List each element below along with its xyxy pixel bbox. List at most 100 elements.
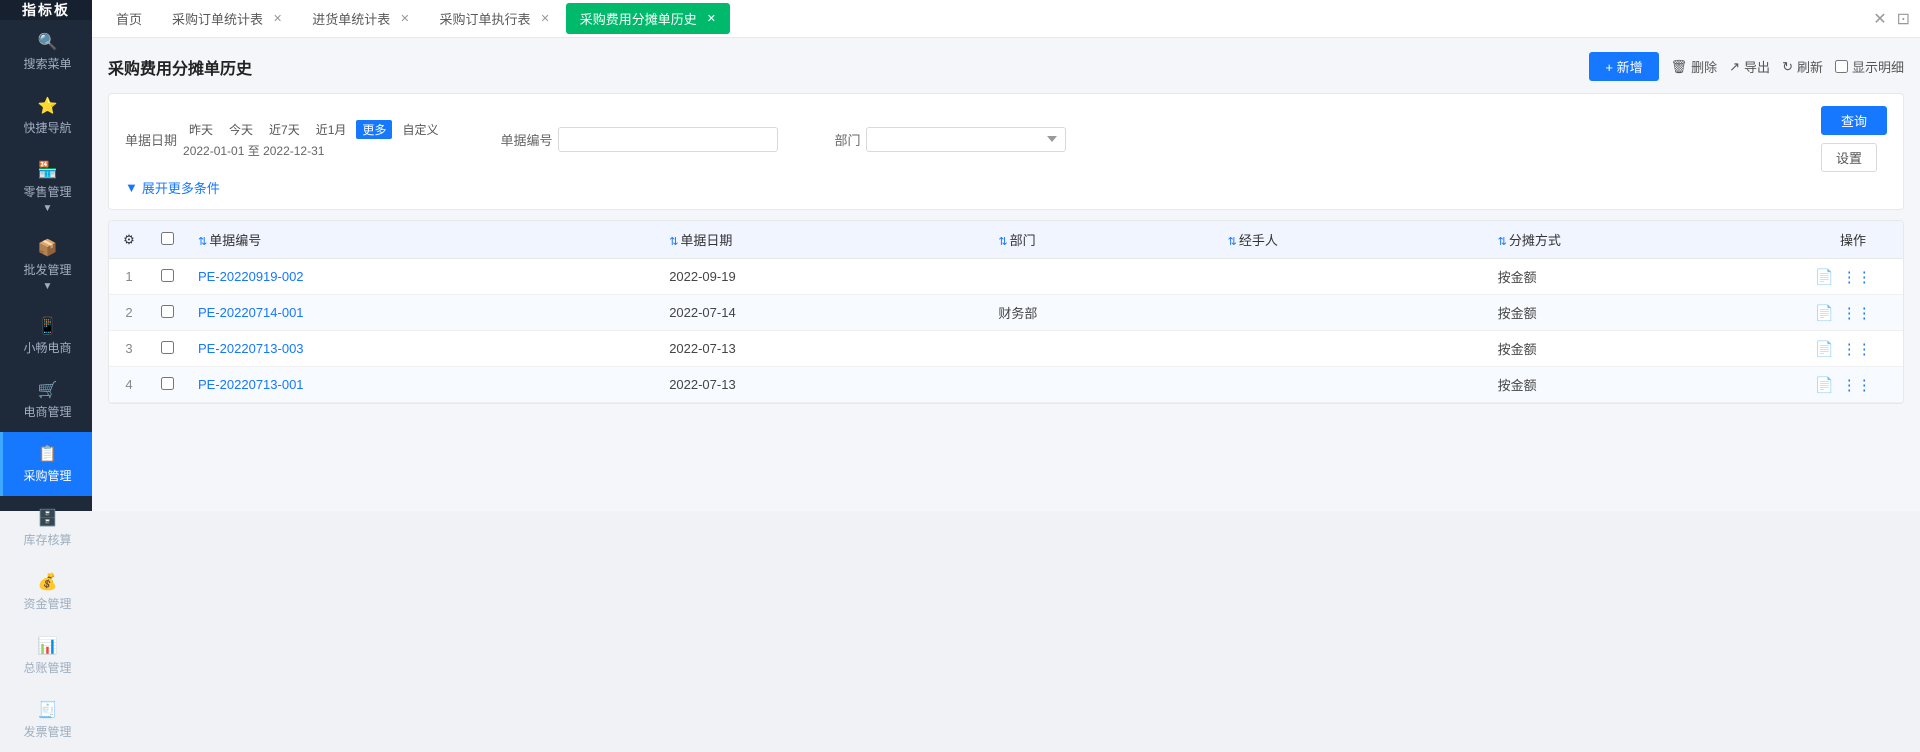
restore-window-icon[interactable]: ⊡ [1897, 9, 1910, 29]
finance-icon: 💰 [38, 572, 58, 592]
wholesale-icon: 📦 [38, 238, 58, 258]
sidebar-item-label: 快捷导航 [23, 119, 71, 136]
row-dept-cell [986, 331, 1215, 367]
row-settings-cell: 4 [109, 367, 149, 403]
doc-no-link[interactable]: PE-20220714-001 [198, 305, 304, 320]
row-op-cell: 📄 ⋮⋮ [1803, 295, 1903, 331]
row-checkbox-cell [149, 367, 186, 403]
more-icon[interactable]: ⋮⋮ [1842, 268, 1872, 286]
tab-purchase-goods-stats[interactable]: 进货单统计表 ✕ [298, 3, 423, 34]
tab-close-purchase-goods-stats[interactable]: ✕ [400, 12, 409, 25]
tab-close-purchase-order-exec[interactable]: ✕ [541, 12, 550, 25]
dept-filter-select[interactable] [866, 127, 1066, 152]
sidebar-item-retail[interactable]: 🏪 零售管理 ▼ [0, 148, 92, 226]
delete-button[interactable]: 🗑 删除 [1671, 57, 1718, 76]
doc-no-link[interactable]: PE-20220919-002 [198, 269, 304, 284]
show-columns-checkbox[interactable] [1835, 60, 1848, 73]
view-icon[interactable]: 📄 [1815, 340, 1834, 358]
more-icon[interactable]: ⋮⋮ [1842, 304, 1872, 322]
sidebar-item-miniapp[interactable]: 📱 小畅电商 [0, 304, 92, 368]
row-checkbox[interactable] [161, 341, 174, 354]
row-handler-cell [1216, 295, 1486, 331]
add-button[interactable]: + 新增 [1589, 52, 1658, 81]
sidebar: 指标板 🔍 搜索菜单 ⭐ 快捷导航 🏪 零售管理 ▼ 📦 批发管理 ▼ 📱 小畅… [0, 0, 92, 511]
sidebar-item-label: 小畅电商 [23, 339, 71, 356]
tab-purchase-order-stats[interactable]: 采购订单统计表 ✕ [158, 3, 296, 34]
row-doc-date-cell: 2022-07-13 [657, 331, 986, 367]
more-icon[interactable]: ⋮⋮ [1842, 376, 1872, 394]
page-title: 采购费用分摊单历史 [108, 55, 252, 79]
view-icon[interactable]: 📄 [1815, 376, 1834, 394]
sidebar-item-label: 采购管理 [23, 467, 71, 484]
row-checkbox[interactable] [161, 305, 174, 318]
date-shortcut-yesterday[interactable]: 昨天 [183, 120, 219, 139]
sidebar-item-wholesale[interactable]: 📦 批发管理 ▼ [0, 226, 92, 304]
docno-filter-input[interactable] [558, 127, 778, 152]
sidebar-item-accounting[interactable]: 📊 总账管理 [0, 624, 92, 688]
inventory-icon: 🗄️ [38, 508, 58, 528]
view-icon[interactable]: 📄 [1815, 268, 1834, 286]
close-all-tabs-icon[interactable]: ✕ [1873, 9, 1886, 29]
select-all-checkbox[interactable] [161, 232, 174, 245]
col-doc-date[interactable]: ⇅单据日期 [657, 221, 986, 259]
tab-purchase-order-exec[interactable]: 采购订单执行表 ✕ [425, 3, 563, 34]
table-body: 1 PE-20220919-002 2022-09-19 按金额 📄 ⋮⋮ 2 … [109, 259, 1903, 403]
table-header-row: ⚙ ⇅单据编号 ⇅单据日期 ⇅部门 ⇅经手人 ⇅分摊方式 操作 [109, 221, 1903, 259]
chevron-down-icon: ▼ [43, 281, 53, 292]
date-shortcut-7days[interactable]: 近7天 [263, 120, 306, 139]
search-button[interactable]: 查询 [1821, 106, 1887, 135]
doc-no-link[interactable]: PE-20220713-003 [198, 341, 304, 356]
invoice-icon: 🧾 [38, 700, 58, 720]
table-row: 2 PE-20220714-001 2022-07-14 财务部 按金额 📄 ⋮… [109, 295, 1903, 331]
sidebar-item-ecommerce[interactable]: 🛒 电商管理 [0, 368, 92, 432]
date-shortcut-1month[interactable]: 近1月 [310, 120, 353, 139]
tab-close-purchase-cost-split[interactable]: ✕ [707, 12, 716, 25]
date-shortcut-today[interactable]: 今天 [223, 120, 259, 139]
expand-filter-button[interactable]: ▼ 展开更多条件 [125, 178, 1887, 197]
sidebar-item-label: 资金管理 [23, 595, 71, 612]
row-checkbox[interactable] [161, 269, 174, 282]
tab-bar-actions: ✕ ⊡ [1873, 9, 1910, 29]
table-row: 3 PE-20220713-003 2022-07-13 按金额 📄 ⋮⋮ [109, 331, 1903, 367]
refresh-button[interactable]: ↻ 刷新 [1782, 57, 1823, 76]
row-settings-cell: 1 [109, 259, 149, 295]
tab-purchase-cost-split[interactable]: 采购费用分摊单历史 ✕ [566, 3, 730, 34]
date-shortcut-more[interactable]: 更多 [356, 120, 392, 139]
doc-no-link[interactable]: PE-20220713-001 [198, 377, 304, 392]
sidebar-item-finance[interactable]: 💰 资金管理 [0, 560, 92, 624]
date-range-display: 2022-01-01 至 2022-12-31 [183, 142, 444, 159]
show-columns-label[interactable]: 显示明细 [1835, 57, 1904, 76]
sidebar-item-label: 零售管理 [23, 183, 71, 200]
row-checkbox-cell [149, 295, 186, 331]
sidebar-item-search[interactable]: 🔍 搜索菜单 [0, 20, 92, 84]
date-shortcut-custom[interactable]: 自定义 [396, 120, 444, 139]
tab-home[interactable]: 首页 [102, 3, 156, 34]
col-doc-no[interactable]: ⇅单据编号 [186, 221, 657, 259]
view-icon[interactable]: 📄 [1815, 304, 1834, 322]
more-icon[interactable]: ⋮⋮ [1842, 340, 1872, 358]
setting-button[interactable]: 设置 [1821, 143, 1877, 172]
row-handler-cell [1216, 367, 1486, 403]
sidebar-item-purchase[interactable]: 📋 采购管理 [0, 432, 92, 496]
row-doc-no-cell: PE-20220713-001 [186, 367, 657, 403]
chevron-down-icon: ▼ [43, 203, 53, 214]
sidebar-item-invoice[interactable]: 🧾 发票管理 [0, 688, 92, 752]
col-split-method[interactable]: ⇅分摊方式 [1486, 221, 1803, 259]
sidebar-item-quicknav[interactable]: ⭐ 快捷导航 [0, 84, 92, 148]
col-settings[interactable]: ⚙ [109, 221, 149, 259]
row-doc-date-cell: 2022-07-13 [657, 367, 986, 403]
export-button[interactable]: ↗ 导出 [1729, 57, 1770, 76]
row-op-cell: 📄 ⋮⋮ [1803, 259, 1903, 295]
col-handler[interactable]: ⇅经手人 [1216, 221, 1486, 259]
sidebar-item-label: 批发管理 [23, 261, 71, 278]
sidebar-item-inventory[interactable]: 🗄️ 库存核算 [0, 496, 92, 560]
tab-close-purchase-order-stats[interactable]: ✕ [273, 12, 282, 25]
dept-filter-label: 部门 [834, 130, 860, 149]
sidebar-item-label: 库存核算 [23, 531, 71, 548]
quicknav-icon: ⭐ [38, 96, 58, 116]
row-checkbox[interactable] [161, 377, 174, 390]
chevron-down-icon: ▼ [125, 180, 138, 195]
row-doc-no-cell: PE-20220714-001 [186, 295, 657, 331]
col-dept[interactable]: ⇅部门 [986, 221, 1215, 259]
docno-filter-label: 单据编号 [500, 130, 552, 149]
